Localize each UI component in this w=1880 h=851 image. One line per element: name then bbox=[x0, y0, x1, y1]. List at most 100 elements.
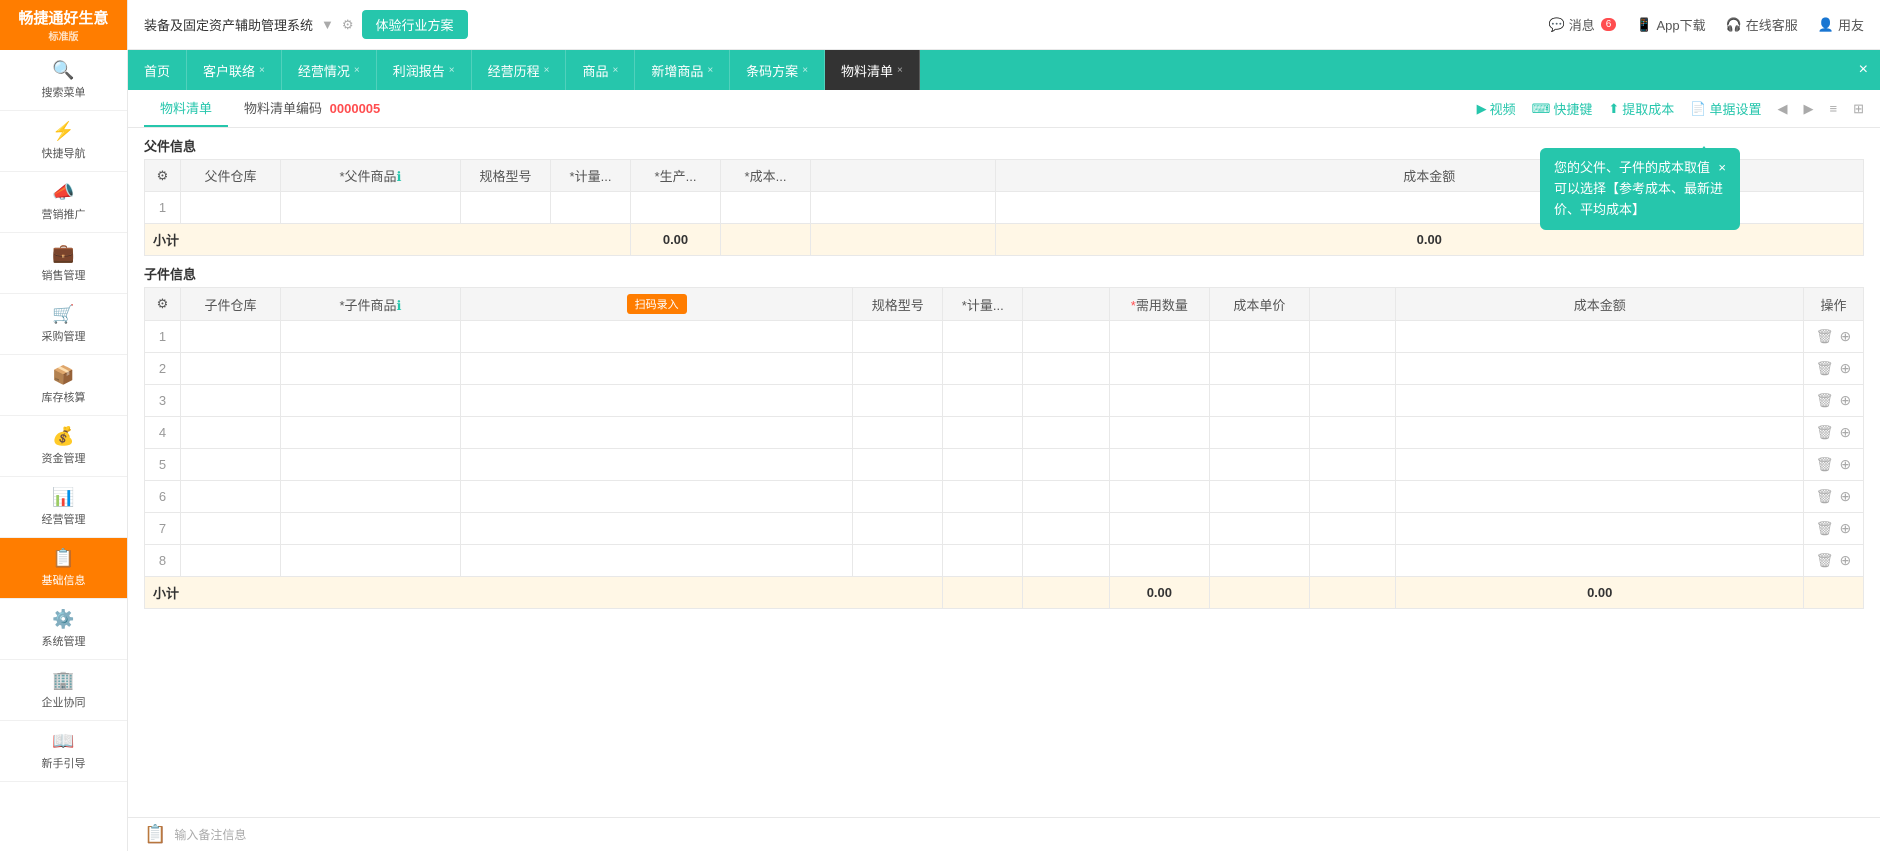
tab-product-close[interactable]: × bbox=[612, 65, 618, 76]
tab-profit[interactable]: 利润报告 × bbox=[377, 50, 472, 90]
child-cell-qty-1[interactable] bbox=[1109, 321, 1209, 353]
child-cell-qty-7[interactable] bbox=[1109, 513, 1209, 545]
parent-col-setting[interactable]: ⚙ bbox=[145, 160, 181, 192]
tab-operation[interactable]: 经营情况 × bbox=[282, 50, 377, 90]
dropdown-icon[interactable]: ▼ bbox=[321, 17, 334, 32]
child-cell-unitcost-1[interactable] bbox=[1209, 321, 1309, 353]
tab-bom-close[interactable]: × bbox=[897, 65, 903, 76]
tab-operation-close[interactable]: × bbox=[354, 65, 360, 76]
delete-icon-8[interactable]: 🗑 bbox=[1816, 552, 1834, 569]
child-cell-warehouse-7[interactable] bbox=[181, 513, 281, 545]
note-placeholder[interactable]: 输入备注信息 bbox=[174, 826, 246, 843]
child-cell-warehouse-1[interactable] bbox=[181, 321, 281, 353]
child-cell-qty-2[interactable] bbox=[1109, 353, 1209, 385]
user-btn[interactable]: 👤 用友 bbox=[1818, 15, 1864, 34]
copy-icon-2[interactable]: ⊕ bbox=[1840, 360, 1852, 377]
child-cell-unit-8[interactable] bbox=[943, 545, 1023, 577]
child-cell-warehouse-2[interactable] bbox=[181, 353, 281, 385]
sidebar-item-purchase[interactable]: 🛒 采购管理 bbox=[0, 294, 127, 355]
extract-cost-btn[interactable]: ⬆ 提取成本 bbox=[1608, 99, 1674, 118]
tab-home[interactable]: 首页 bbox=[128, 50, 187, 90]
child-cell-product-3[interactable] bbox=[281, 385, 461, 417]
child-cell-unit-5[interactable] bbox=[943, 449, 1023, 481]
child-cell-qty-4[interactable] bbox=[1109, 417, 1209, 449]
copy-icon-7[interactable]: ⊕ bbox=[1840, 520, 1852, 537]
tab-profit-close[interactable]: × bbox=[449, 65, 455, 76]
menu-icon[interactable]: ≡ bbox=[1830, 101, 1838, 116]
sidebar-item-finance[interactable]: 💰 资金管理 bbox=[0, 416, 127, 477]
child-cell-qty-6[interactable] bbox=[1109, 481, 1209, 513]
sub-tab-bom[interactable]: 物料清单 bbox=[144, 90, 228, 127]
messages-btn[interactable]: 💬 消息 6 bbox=[1549, 15, 1617, 34]
child-cell-product-6[interactable] bbox=[281, 481, 461, 513]
sidebar-item-guide[interactable]: 📖 新手引导 bbox=[0, 721, 127, 782]
tab-barcode-close[interactable]: × bbox=[802, 65, 808, 76]
copy-icon-5[interactable]: ⊕ bbox=[1840, 456, 1852, 473]
delete-icon-5[interactable]: 🗑 bbox=[1816, 456, 1834, 473]
sidebar-item-basic[interactable]: 📋 基础信息 bbox=[0, 538, 127, 599]
sidebar-item-quicknav[interactable]: ⚡ 快捷导航 bbox=[0, 111, 127, 172]
child-cell-product-4[interactable] bbox=[281, 417, 461, 449]
child-cell-spec-5[interactable] bbox=[853, 449, 943, 481]
tab-history[interactable]: 经营历程 × bbox=[472, 50, 567, 90]
single-settings-btn[interactable]: 📄 单据设置 bbox=[1690, 99, 1761, 118]
delete-icon-3[interactable]: 🗑 bbox=[1816, 392, 1834, 409]
expand-icon[interactable]: ⊞ bbox=[1853, 101, 1864, 117]
copy-icon-8[interactable]: ⊕ bbox=[1840, 552, 1852, 569]
close-all-tabs[interactable]: × bbox=[1847, 50, 1880, 90]
app-download-btn[interactable]: 📱 App下载 bbox=[1636, 15, 1705, 34]
child-cell-unit-7[interactable] bbox=[943, 513, 1023, 545]
child-cell-unitcost-3[interactable] bbox=[1209, 385, 1309, 417]
child-cell-spec-4[interactable] bbox=[853, 417, 943, 449]
sub-tab-code[interactable]: 物料清单编码 0000005 bbox=[228, 90, 396, 127]
child-col-setting[interactable]: ⚙ bbox=[145, 288, 181, 321]
tab-new-product-close[interactable]: × bbox=[707, 65, 713, 76]
nav-prev[interactable]: ◀ bbox=[1778, 101, 1788, 117]
tab-customer[interactable]: 客户联络 × bbox=[187, 50, 282, 90]
sidebar-item-enterprise[interactable]: 🏢 企业协同 bbox=[0, 660, 127, 721]
delete-icon-6[interactable]: 🗑 bbox=[1816, 488, 1834, 505]
child-cell-warehouse-3[interactable] bbox=[181, 385, 281, 417]
child-cell-unit-6[interactable] bbox=[943, 481, 1023, 513]
tab-bom[interactable]: 物料清单 × bbox=[825, 50, 920, 90]
tab-product[interactable]: 商品 × bbox=[566, 50, 635, 90]
child-cell-qty-8[interactable] bbox=[1109, 545, 1209, 577]
child-cell-product-1[interactable] bbox=[281, 321, 461, 353]
copy-icon-6[interactable]: ⊕ bbox=[1840, 488, 1852, 505]
child-cell-product-8[interactable] bbox=[281, 545, 461, 577]
child-cell-unit-2[interactable] bbox=[943, 353, 1023, 385]
child-cell-warehouse-8[interactable] bbox=[181, 545, 281, 577]
child-cell-qty-3[interactable] bbox=[1109, 385, 1209, 417]
child-cell-qty-5[interactable] bbox=[1109, 449, 1209, 481]
child-cell-warehouse-6[interactable] bbox=[181, 481, 281, 513]
shortcut-btn[interactable]: ⌨ 快捷键 bbox=[1532, 99, 1593, 118]
child-cell-product-5[interactable] bbox=[281, 449, 461, 481]
child-cell-product-2[interactable] bbox=[281, 353, 461, 385]
child-cell-unitcost-2[interactable] bbox=[1209, 353, 1309, 385]
delete-icon-4[interactable]: 🗑 bbox=[1816, 424, 1834, 441]
child-cell-spec-2[interactable] bbox=[853, 353, 943, 385]
sidebar-item-sales[interactable]: 💼 销售管理 bbox=[0, 233, 127, 294]
child-col-scan[interactable]: 扫码录入 bbox=[461, 288, 853, 321]
child-cell-spec-7[interactable] bbox=[853, 513, 943, 545]
child-cell-unitcost-5[interactable] bbox=[1209, 449, 1309, 481]
tab-new-product[interactable]: 新增商品 × bbox=[635, 50, 730, 90]
sidebar-item-search[interactable]: 🔍 搜索菜单 bbox=[0, 50, 127, 111]
tab-customer-close[interactable]: × bbox=[259, 65, 265, 76]
sidebar-item-inventory[interactable]: 📦 库存核算 bbox=[0, 355, 127, 416]
parent-cell-production-1[interactable] bbox=[631, 192, 721, 224]
child-cell-spec-6[interactable] bbox=[853, 481, 943, 513]
copy-icon-1[interactable]: ⊕ bbox=[1840, 328, 1852, 345]
tooltip-close-btn[interactable]: × bbox=[1718, 158, 1726, 179]
child-cell-product-7[interactable] bbox=[281, 513, 461, 545]
settings-icon[interactable]: ⚙ bbox=[342, 17, 354, 33]
sidebar-item-system[interactable]: ⚙️ 系统管理 bbox=[0, 599, 127, 660]
parent-cell-warehouse-1[interactable] bbox=[181, 192, 281, 224]
child-cell-warehouse-5[interactable] bbox=[181, 449, 281, 481]
child-cell-unit-4[interactable] bbox=[943, 417, 1023, 449]
tab-history-close[interactable]: × bbox=[544, 65, 550, 76]
delete-icon-2[interactable]: 🗑 bbox=[1816, 360, 1834, 377]
scan-button[interactable]: 扫码录入 bbox=[627, 294, 687, 314]
copy-icon-4[interactable]: ⊕ bbox=[1840, 424, 1852, 441]
child-cell-unitcost-7[interactable] bbox=[1209, 513, 1309, 545]
